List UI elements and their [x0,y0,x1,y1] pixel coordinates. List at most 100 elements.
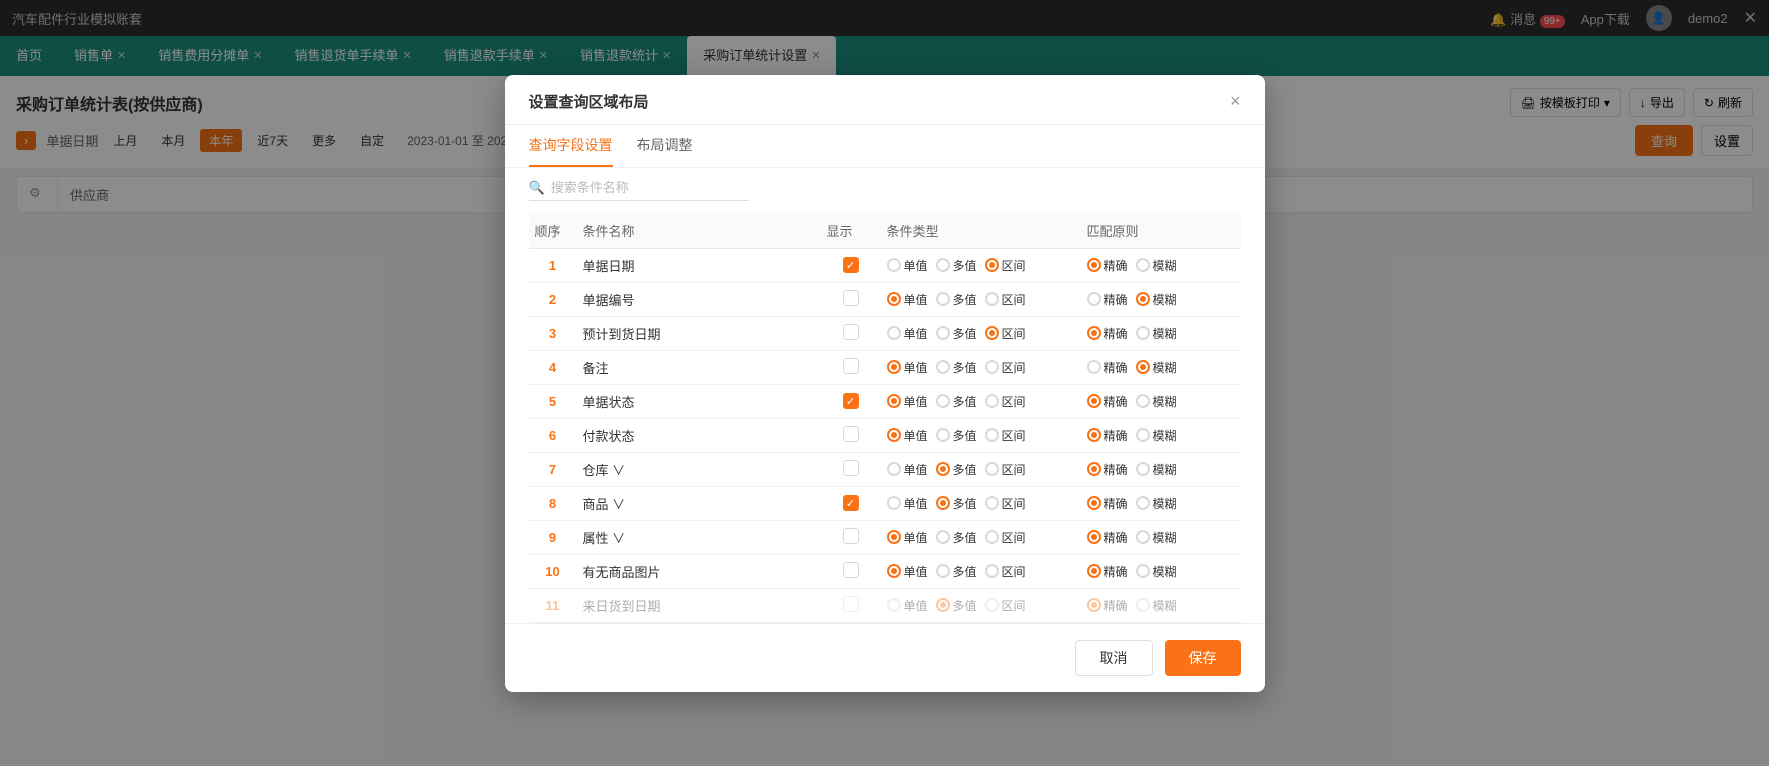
display-checkbox[interactable] [843,257,859,273]
type-radio-single[interactable]: 单值 [887,257,928,274]
modal-close-btn[interactable]: × [1230,92,1241,110]
table-row: 1单据日期 单值多值区间 精确模糊 [529,248,1241,282]
row-type-cell: 单值多值区间 [881,384,1081,418]
row-display-cell [821,554,881,588]
type-radio-single[interactable]: 单值 [887,427,928,444]
col-header-order: 顺序 [529,213,577,249]
rule-radio-fuzzy[interactable]: 模糊 [1136,461,1177,478]
row-rule-cell: 精确模糊 [1081,418,1241,452]
table-row: 11来日货到日期单值多值区间精确模糊 [529,588,1241,622]
rule-radio-fuzzy[interactable]: 模糊 [1136,393,1177,410]
row-display-cell [821,282,881,316]
type-radio-single[interactable]: 单值 [887,461,928,478]
table-row: 7仓库 ∨单值多值区间精确模糊 [529,452,1241,486]
row-rule-cell: 精确模糊 [1081,520,1241,554]
row-order: 7 [529,452,577,486]
rule-radio-fuzzy[interactable]: 模糊 [1136,529,1177,546]
rule-radio-fuzzy[interactable]: 模糊 [1136,257,1177,274]
type-radio-multi[interactable]: 多值 [936,597,977,614]
rule-radio-exact[interactable]: 精确 [1087,291,1128,308]
row-rule-cell: 精确模糊 [1081,248,1241,282]
type-radio-range[interactable]: 区间 [985,495,1026,512]
type-radio-range[interactable]: 区间 [985,427,1026,444]
type-radio-single[interactable]: 单值 [887,325,928,342]
row-name: 来日货到日期 [577,588,821,622]
type-radio-range[interactable]: 区间 [985,291,1026,308]
row-name: 有无商品图片 [577,554,821,588]
row-order: 2 [529,282,577,316]
type-radio-range[interactable]: 区间 [985,563,1026,580]
search-icon: 🔍 [529,180,545,196]
display-checkbox[interactable] [843,495,859,511]
tab-layout-adjust[interactable]: 布局调整 [637,125,693,167]
type-radio-multi[interactable]: 多值 [936,427,977,444]
row-order: 1 [529,248,577,282]
rule-radio-exact[interactable]: 精确 [1087,461,1128,478]
display-checkbox[interactable] [843,528,859,544]
display-checkbox[interactable] [843,290,859,306]
display-checkbox[interactable] [843,426,859,442]
type-radio-multi[interactable]: 多值 [936,393,977,410]
type-radio-single[interactable]: 单值 [887,291,928,308]
row-type-cell: 单值多值区间 [881,452,1081,486]
row-order: 4 [529,350,577,384]
cancel-btn[interactable]: 取消 [1075,640,1153,676]
rule-radio-exact[interactable]: 精确 [1087,359,1128,376]
type-radio-multi[interactable]: 多值 [936,495,977,512]
type-radio-range[interactable]: 区间 [985,359,1026,376]
type-radio-range[interactable]: 区间 [985,393,1026,410]
rule-radio-exact[interactable]: 精确 [1087,393,1128,410]
display-checkbox[interactable] [843,324,859,340]
rule-radio-fuzzy[interactable]: 模糊 [1136,563,1177,580]
type-radio-range[interactable]: 区间 [985,597,1026,614]
row-order: 9 [529,520,577,554]
type-radio-single[interactable]: 单值 [887,495,928,512]
type-radio-multi[interactable]: 多值 [936,291,977,308]
tab-query-fields[interactable]: 查询字段设置 [529,125,613,167]
col-header-type: 条件类型 [881,213,1081,249]
type-radio-single[interactable]: 单值 [887,393,928,410]
type-radio-multi[interactable]: 多值 [936,257,977,274]
row-name: 单据编号 [577,282,821,316]
row-rule-cell: 精确模糊 [1081,350,1241,384]
row-name: 单据日期 [577,248,821,282]
col-header-display: 显示 [821,213,881,249]
type-radio-range[interactable]: 区间 [985,325,1026,342]
search-input[interactable] [551,180,731,195]
row-display-cell [821,316,881,350]
display-checkbox[interactable] [843,562,859,578]
rule-radio-fuzzy[interactable]: 模糊 [1136,291,1177,308]
type-radio-single[interactable]: 单值 [887,359,928,376]
rule-radio-exact[interactable]: 精确 [1087,495,1128,512]
type-radio-single[interactable]: 单值 [887,563,928,580]
type-radio-multi[interactable]: 多值 [936,563,977,580]
type-radio-single[interactable]: 单值 [887,529,928,546]
rule-radio-exact[interactable]: 精确 [1087,325,1128,342]
rule-radio-fuzzy[interactable]: 模糊 [1136,325,1177,342]
display-checkbox[interactable] [843,358,859,374]
type-radio-single[interactable]: 单值 [887,597,928,614]
rule-radio-fuzzy[interactable]: 模糊 [1136,427,1177,444]
rule-radio-fuzzy[interactable]: 模糊 [1136,597,1177,614]
rule-radio-fuzzy[interactable]: 模糊 [1136,495,1177,512]
rule-radio-exact[interactable]: 精确 [1087,257,1128,274]
save-btn[interactable]: 保存 [1165,640,1241,676]
type-radio-multi[interactable]: 多值 [936,359,977,376]
row-name: 备注 [577,350,821,384]
type-radio-multi[interactable]: 多值 [936,529,977,546]
rule-radio-exact[interactable]: 精确 [1087,563,1128,580]
rule-radio-fuzzy[interactable]: 模糊 [1136,359,1177,376]
display-checkbox[interactable] [843,393,859,409]
rule-radio-exact[interactable]: 精确 [1087,427,1128,444]
rule-radio-exact[interactable]: 精确 [1087,529,1128,546]
row-rule-cell: 精确模糊 [1081,384,1241,418]
rule-radio-exact[interactable]: 精确 [1087,597,1128,614]
type-radio-multi[interactable]: 多值 [936,325,977,342]
row-order: 10 [529,554,577,588]
display-checkbox[interactable] [843,596,859,612]
type-radio-range[interactable]: 区间 [985,529,1026,546]
display-checkbox[interactable] [843,460,859,476]
type-radio-multi[interactable]: 多值 [936,461,977,478]
type-radio-range[interactable]: 区间 [985,461,1026,478]
type-radio-range[interactable]: 区间 [985,257,1026,274]
